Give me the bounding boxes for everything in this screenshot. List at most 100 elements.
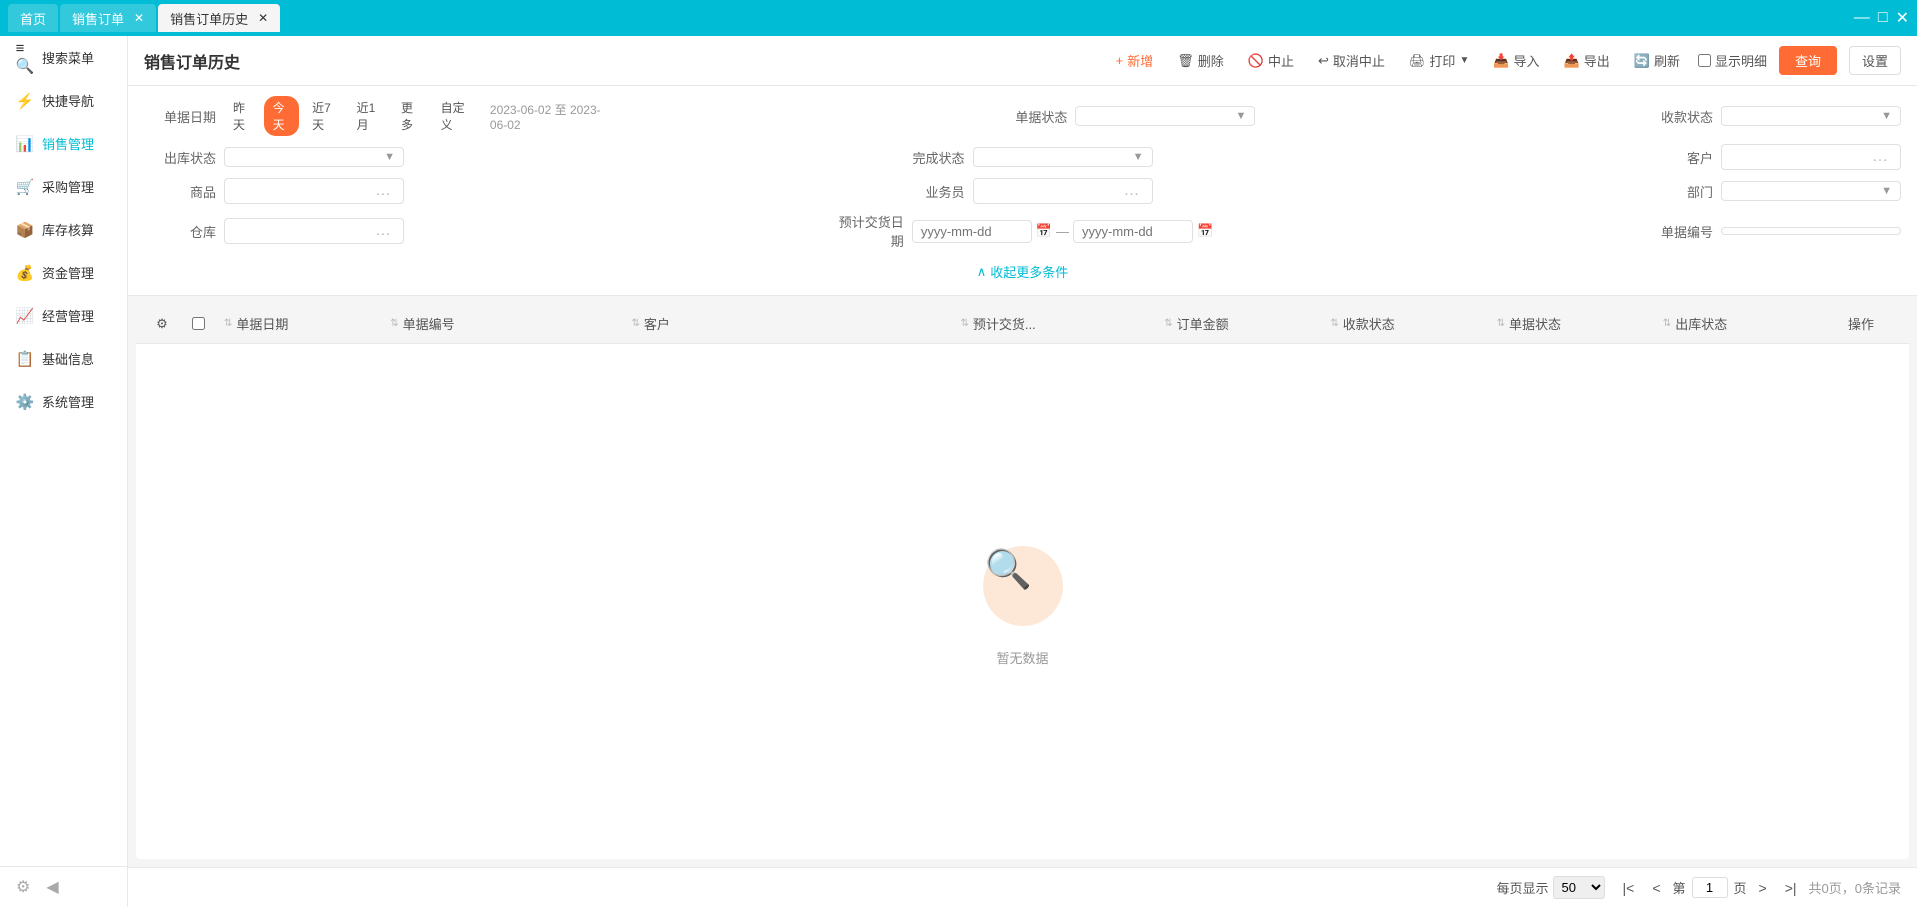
- collapse-link[interactable]: ∧ 收起更多条件: [144, 258, 1901, 285]
- tab-sales-order[interactable]: 销售订单 ✕: [60, 4, 156, 32]
- print-button[interactable]: 🖨 打印 ▼: [1403, 47, 1475, 74]
- sort-date-icon: ⇅: [224, 318, 232, 329]
- complete-status-select[interactable]: ▼: [973, 147, 1153, 167]
- sidebar-bottom: ⚙ ◀: [0, 866, 127, 907]
- delivery-date-from[interactable]: [912, 220, 1032, 243]
- prev-page-button[interactable]: <: [1646, 878, 1666, 898]
- close-button[interactable]: ✕: [1896, 8, 1909, 28]
- table-settings-icon[interactable]: ⚙: [156, 316, 168, 332]
- content-area: 销售订单历史 + 新增 🗑 删除 🚫 中止 ↩ 取消中止: [128, 36, 1917, 907]
- query-button[interactable]: 查询: [1779, 46, 1837, 75]
- date-chip-1month[interactable]: 近1月: [348, 96, 388, 136]
- col-delivery[interactable]: ⇅ 预计交货...: [952, 314, 1156, 333]
- sidebar-settings-icon[interactable]: ⚙: [16, 877, 30, 897]
- refresh-button[interactable]: 🔄 刷新: [1628, 47, 1686, 74]
- sidebar-item-basic-info-label: 基础信息: [42, 349, 94, 368]
- maximize-button[interactable]: □: [1878, 9, 1888, 27]
- new-label: 新增: [1127, 51, 1153, 70]
- sidebar-item-sales-mgmt[interactable]: 📊 销售管理: [0, 122, 127, 165]
- sort-delivery-icon: ⇅: [960, 318, 968, 329]
- date-chip-7days[interactable]: 近7天: [303, 96, 343, 136]
- cancel-stop-button[interactable]: ↩ 取消中止: [1312, 47, 1391, 74]
- sidebar-item-quick-nav[interactable]: ⚡ 快捷导航: [0, 79, 127, 122]
- filter-row-4: 仓库 … 预计交货日期 📅 — 📅 单据编号: [144, 212, 1901, 250]
- filter-row-3: 商品 … 业务员 … 部门 ▼: [144, 178, 1901, 204]
- operations-icon: 📈: [16, 307, 34, 325]
- page-title: 销售订单历史: [144, 49, 240, 73]
- date-chip-today[interactable]: 今天: [264, 96, 300, 136]
- salesperson-dots-icon[interactable]: …: [1120, 182, 1144, 200]
- import-button[interactable]: 📥 导入: [1487, 47, 1545, 74]
- col-amount[interactable]: ⇅ 订单金额: [1156, 314, 1322, 333]
- date-label: 单据日期: [144, 107, 224, 126]
- cal-to-icon[interactable]: 📅: [1197, 223, 1213, 239]
- last-page-button[interactable]: >|: [1779, 878, 1803, 898]
- col-date-label: 单据日期: [236, 314, 288, 333]
- settings-button[interactable]: 设置: [1849, 46, 1901, 75]
- date-chip-yesterday[interactable]: 昨天: [224, 96, 260, 136]
- payment-status-select[interactable]: ▼: [1721, 106, 1901, 126]
- next-page-button[interactable]: >: [1753, 878, 1773, 898]
- col-order-status[interactable]: ⇅ 单据状态: [1489, 314, 1655, 333]
- delete-button[interactable]: 🗑 删除: [1171, 47, 1230, 74]
- col-checkbox[interactable]: [180, 317, 216, 330]
- col-order-status-label: 单据状态: [1509, 314, 1561, 333]
- sidebar-item-search-label: 搜索菜单: [42, 48, 94, 67]
- tab-home[interactable]: 首页: [8, 4, 58, 32]
- salesperson-field[interactable]: …: [973, 178, 1153, 204]
- sidebar-item-inventory[interactable]: 📦 库存核算: [0, 208, 127, 251]
- date-chip-more[interactable]: 更多: [392, 96, 428, 136]
- order-no-field[interactable]: [1721, 227, 1901, 235]
- page-size-selector: 每页显示 10 20 50 100: [1496, 876, 1604, 899]
- col-customer[interactable]: ⇅ 客户: [624, 314, 953, 333]
- col-num[interactable]: ⇅ 单据编号: [382, 314, 623, 333]
- first-page-button[interactable]: |<: [1617, 878, 1641, 898]
- sales-mgmt-icon: 📊: [16, 135, 34, 153]
- tab-list: 首页 销售订单 ✕ 销售订单历史 ✕: [8, 4, 1854, 32]
- show-detail-checkbox[interactable]: 显示明细: [1698, 51, 1767, 70]
- new-button[interactable]: + 新增: [1110, 47, 1160, 74]
- department-select[interactable]: ▼: [1721, 181, 1901, 201]
- sidebar-item-finance[interactable]: 💰 资金管理: [0, 251, 127, 294]
- sidebar-item-basic-info[interactable]: 📋 基础信息: [0, 337, 127, 380]
- out-status-label: 出库状态: [144, 148, 224, 167]
- window-controls: — □ ✕: [1854, 8, 1909, 28]
- col-pay-status[interactable]: ⇅ 收款状态: [1322, 314, 1488, 333]
- per-page-select[interactable]: 10 20 50 100: [1553, 876, 1605, 899]
- sidebar-collapse-icon[interactable]: ◀: [46, 877, 58, 897]
- col-date[interactable]: ⇅ 单据日期: [216, 314, 382, 333]
- delivery-date-label: 预计交货日期: [832, 212, 912, 250]
- customer-dots-icon[interactable]: …: [1868, 148, 1892, 166]
- show-detail-input[interactable]: [1698, 54, 1711, 67]
- warehouse-field[interactable]: …: [224, 218, 404, 244]
- delete-icon: 🗑: [1177, 53, 1194, 69]
- sidebar-item-purchase-mgmt[interactable]: 🛒 采购管理: [0, 165, 127, 208]
- out-status-select[interactable]: ▼: [224, 147, 404, 167]
- date-chip-custom[interactable]: 自定义: [432, 96, 476, 136]
- export-button[interactable]: 📤 导出: [1558, 47, 1616, 74]
- select-all-checkbox[interactable]: [192, 317, 205, 330]
- col-out-status-label: 出库状态: [1675, 314, 1727, 333]
- col-settings[interactable]: ⚙: [144, 316, 180, 332]
- cal-from-icon[interactable]: 📅: [1036, 223, 1052, 239]
- tab-sales-order-history-close[interactable]: ✕: [258, 11, 268, 25]
- sidebar-item-operations[interactable]: 📈 经营管理: [0, 294, 127, 337]
- goods-dots-icon[interactable]: …: [371, 182, 395, 200]
- warehouse-dots-icon[interactable]: …: [371, 222, 395, 240]
- order-no-label: 单据编号: [1641, 222, 1721, 241]
- goods-field[interactable]: …: [224, 178, 404, 204]
- tab-home-label: 首页: [20, 9, 46, 28]
- stop-button[interactable]: 🚫 中止: [1242, 47, 1300, 74]
- sidebar-item-sys-admin[interactable]: ⚙️ 系统管理: [0, 380, 127, 423]
- minimize-button[interactable]: —: [1854, 9, 1870, 27]
- page-label: 第: [1673, 878, 1686, 897]
- tab-sales-order-history[interactable]: 销售订单历史 ✕: [158, 4, 280, 32]
- tab-sales-order-close[interactable]: ✕: [134, 11, 144, 25]
- delivery-date-to[interactable]: [1073, 220, 1193, 243]
- sidebar-item-search-menu[interactable]: ≡🔍 搜索菜单: [0, 36, 127, 79]
- col-out-status[interactable]: ⇅ 出库状态: [1655, 314, 1821, 333]
- order-status-select[interactable]: ▼: [1075, 106, 1255, 126]
- customer-field[interactable]: …: [1721, 144, 1901, 170]
- stop-label: 中止: [1268, 51, 1294, 70]
- page-number-input[interactable]: [1692, 877, 1728, 898]
